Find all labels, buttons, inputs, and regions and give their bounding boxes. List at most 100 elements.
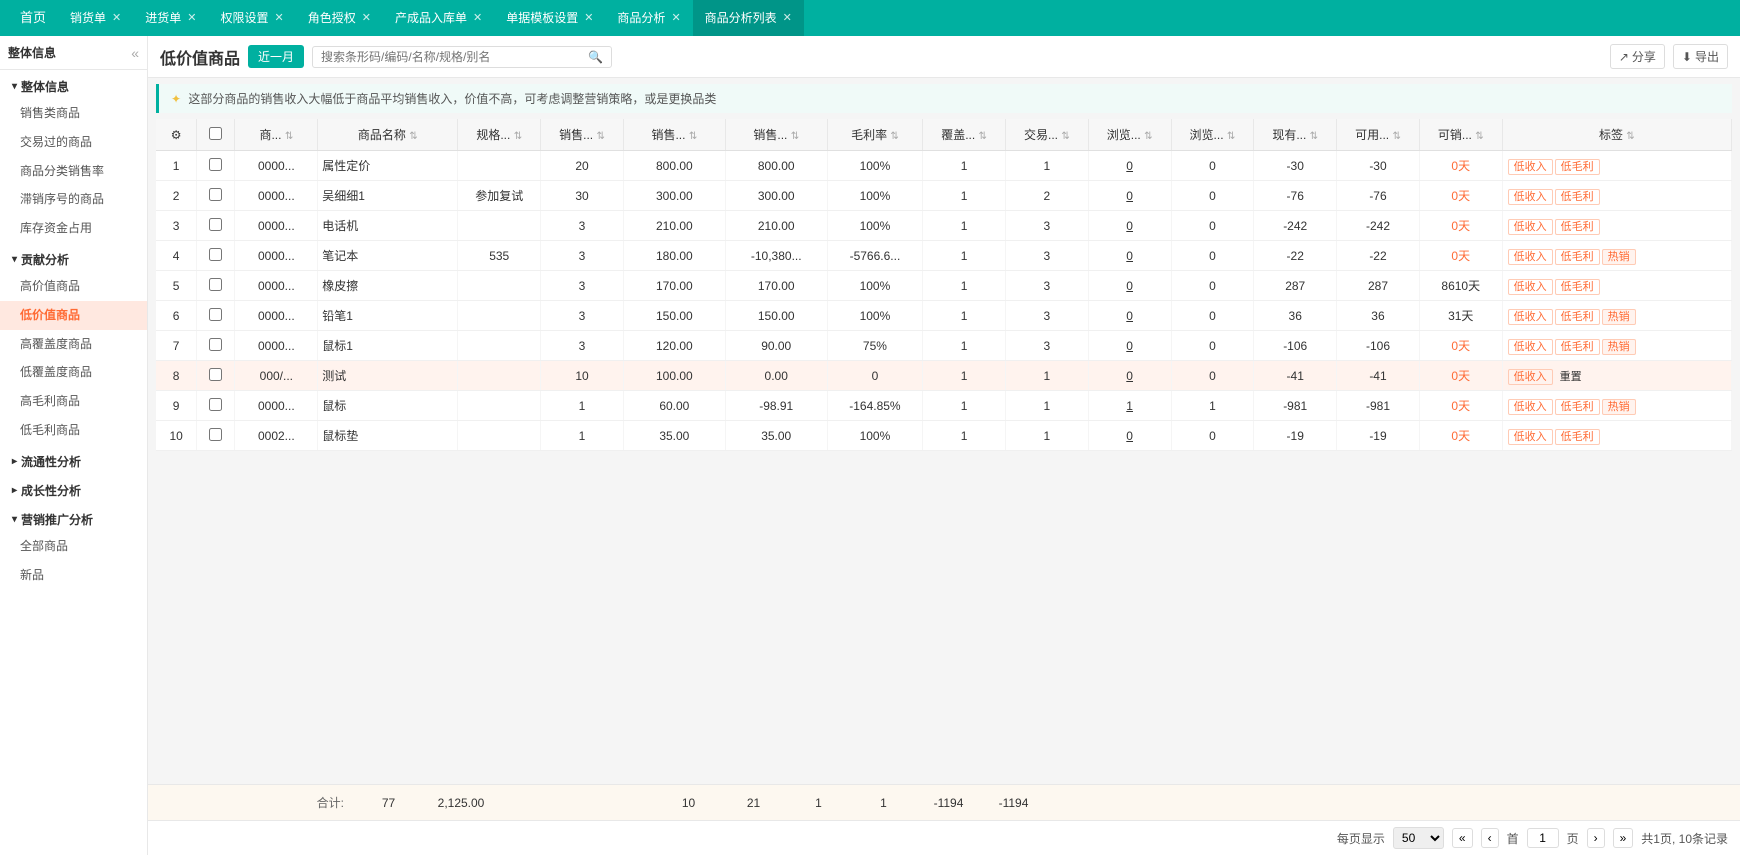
col-spec[interactable]: 规格... ⇅ xyxy=(458,119,541,151)
col-name[interactable]: 商品名称 ⇅ xyxy=(318,119,458,151)
cell-checkbox[interactable] xyxy=(197,301,235,331)
nav-tab-4[interactable]: 产成品入库单 ✕ xyxy=(383,0,494,36)
close-icon-3[interactable]: ✕ xyxy=(362,0,371,36)
nav-tab-2[interactable]: 权限设置 ✕ xyxy=(208,0,295,36)
sidebar-group-overall[interactable]: ▾ 整体信息 xyxy=(0,70,147,99)
cell-checkbox[interactable] xyxy=(197,391,235,421)
export-button[interactable]: ⬇ 导出 xyxy=(1673,44,1728,69)
last-page-button[interactable]: » xyxy=(1613,828,1634,848)
per-page-select[interactable]: 50 100 200 xyxy=(1393,827,1444,849)
sidebar-item-low-margin[interactable]: 低毛利商品 xyxy=(0,416,147,445)
cell-views1[interactable]: 0 xyxy=(1088,421,1171,451)
col-checkbox[interactable] xyxy=(197,119,235,151)
cell-views1[interactable]: 0 xyxy=(1088,241,1171,271)
cell-gross-margin: 75% xyxy=(827,331,923,361)
sidebar-item-slow-moving[interactable]: 滞销序号的商品 xyxy=(0,185,147,214)
search-icon[interactable]: 🔍 xyxy=(588,50,603,64)
nav-tab-5[interactable]: 单据模板设置 ✕ xyxy=(494,0,605,36)
views1-link[interactable]: 0 xyxy=(1126,219,1133,233)
col-code[interactable]: 商... ⇅ xyxy=(235,119,318,151)
col-available[interactable]: 可用... ⇅ xyxy=(1337,119,1420,151)
next-page-button[interactable]: › xyxy=(1587,828,1605,848)
cell-checkbox[interactable] xyxy=(197,241,235,271)
cell-views1[interactable]: 0 xyxy=(1088,331,1171,361)
cell-coverage: 1 xyxy=(923,421,1006,451)
sidebar-group-circulation[interactable]: ▸ 流通性分析 xyxy=(0,445,147,474)
first-page-button[interactable]: « xyxy=(1452,828,1473,848)
col-tags[interactable]: 标签 ⇅ xyxy=(1502,119,1731,151)
cell-checkbox[interactable] xyxy=(197,181,235,211)
nav-tab-7[interactable]: 商品分析列表 ✕ xyxy=(693,0,804,36)
sidebar-item-high-margin[interactable]: 高毛利商品 xyxy=(0,387,147,416)
views1-link[interactable]: 0 xyxy=(1126,369,1133,383)
page-input[interactable] xyxy=(1527,828,1559,848)
cell-checkbox[interactable] xyxy=(197,211,235,241)
close-icon-1[interactable]: ✕ xyxy=(187,0,196,36)
nav-tab-1[interactable]: 进货单 ✕ xyxy=(133,0,208,36)
sidebar-item-category-sales-rate[interactable]: 商品分类销售率 xyxy=(0,157,147,186)
cell-checkbox[interactable] xyxy=(197,361,235,391)
sidebar-group-marketing[interactable]: ▾ 营销推广分析 xyxy=(0,503,147,532)
views1-link[interactable]: 0 xyxy=(1126,279,1133,293)
sidebar-group-growth[interactable]: ▸ 成长性分析 xyxy=(0,474,147,503)
share-button[interactable]: ↗ 分享 xyxy=(1610,44,1665,69)
col-transactions[interactable]: 交易... ⇅ xyxy=(1005,119,1088,151)
sidebar-item-all-products[interactable]: 全部商品 xyxy=(0,532,147,561)
cell-views1[interactable]: 0 xyxy=(1088,301,1171,331)
close-icon-7[interactable]: ✕ xyxy=(783,0,792,36)
sidebar-group-contribution[interactable]: ▾ 贡献分析 xyxy=(0,243,147,272)
cell-checkbox[interactable] xyxy=(197,271,235,301)
close-icon-6[interactable]: ✕ xyxy=(671,0,680,36)
close-icon-2[interactable]: ✕ xyxy=(275,0,284,36)
cell-current-stock: -242 xyxy=(1254,211,1337,241)
views1-link[interactable]: 0 xyxy=(1126,159,1133,173)
cell-checkbox[interactable] xyxy=(197,421,235,451)
select-all-checkbox[interactable] xyxy=(209,127,222,140)
sidebar-item-new-products[interactable]: 新品 xyxy=(0,561,147,590)
cell-views1[interactable]: 0 xyxy=(1088,211,1171,241)
col-sales-cost[interactable]: 销售... ⇅ xyxy=(725,119,827,151)
col-views1[interactable]: 浏览... ⇅ xyxy=(1088,119,1171,151)
cell-sales-qty: 10 xyxy=(541,361,624,391)
close-icon-0[interactable]: ✕ xyxy=(112,0,121,36)
cell-views1[interactable]: 0 xyxy=(1088,151,1171,181)
sidebar-collapse-btn[interactable]: « xyxy=(131,45,139,61)
views1-link[interactable]: 0 xyxy=(1126,429,1133,443)
sidebar-item-high-value[interactable]: 高价值商品 xyxy=(0,272,147,301)
sidebar-item-traded-products[interactable]: 交易过的商品 xyxy=(0,128,147,157)
sidebar-item-low-value[interactable]: 低价值商品 xyxy=(0,301,147,330)
sidebar-item-low-coverage[interactable]: 低覆盖度商品 xyxy=(0,358,147,387)
close-icon-4[interactable]: ✕ xyxy=(473,0,482,36)
nav-tab-6[interactable]: 商品分析 ✕ xyxy=(605,0,692,36)
filter-recent-month-button[interactable]: 近一月 xyxy=(248,45,304,68)
nav-tab-0[interactable]: 销货单 ✕ xyxy=(58,0,133,36)
views1-link[interactable]: 0 xyxy=(1126,339,1133,353)
cell-views1[interactable]: 0 xyxy=(1088,271,1171,301)
sidebar-item-stock-funds[interactable]: 库存资金占用 xyxy=(0,214,147,243)
col-sales-amt[interactable]: 销售... ⇅ xyxy=(623,119,725,151)
search-input[interactable] xyxy=(321,50,588,64)
col-sales-qty[interactable]: 销售... ⇅ xyxy=(541,119,624,151)
sidebar-item-sales-products[interactable]: 销售类商品 xyxy=(0,99,147,128)
prev-page-button[interactable]: ‹ xyxy=(1481,828,1499,848)
cell-views1[interactable]: 0 xyxy=(1088,361,1171,391)
views1-link[interactable]: 1 xyxy=(1126,399,1133,413)
cell-checkbox[interactable] xyxy=(197,331,235,361)
cell-views1[interactable]: 0 xyxy=(1088,181,1171,211)
col-gross-margin[interactable]: 毛利率 ⇅ xyxy=(827,119,923,151)
close-icon-5[interactable]: ✕ xyxy=(584,0,593,36)
col-views2[interactable]: 浏览... ⇅ xyxy=(1171,119,1254,151)
nav-tab-3[interactable]: 角色授权 ✕ xyxy=(296,0,383,36)
col-settings[interactable]: ⚙ xyxy=(156,119,197,151)
col-sellable[interactable]: 可销... ⇅ xyxy=(1419,119,1502,151)
sidebar-header: 整体信息 xyxy=(8,44,56,61)
sidebar-item-high-coverage[interactable]: 高覆盖度商品 xyxy=(0,330,147,359)
views1-link[interactable]: 0 xyxy=(1126,189,1133,203)
views1-link[interactable]: 0 xyxy=(1126,309,1133,323)
cell-views1[interactable]: 1 xyxy=(1088,391,1171,421)
views1-link[interactable]: 0 xyxy=(1126,249,1133,263)
cell-checkbox[interactable] xyxy=(197,151,235,181)
nav-home[interactable]: 首页 xyxy=(8,0,58,36)
col-coverage[interactable]: 覆盖... ⇅ xyxy=(923,119,1006,151)
col-current-stock[interactable]: 现有... ⇅ xyxy=(1254,119,1337,151)
